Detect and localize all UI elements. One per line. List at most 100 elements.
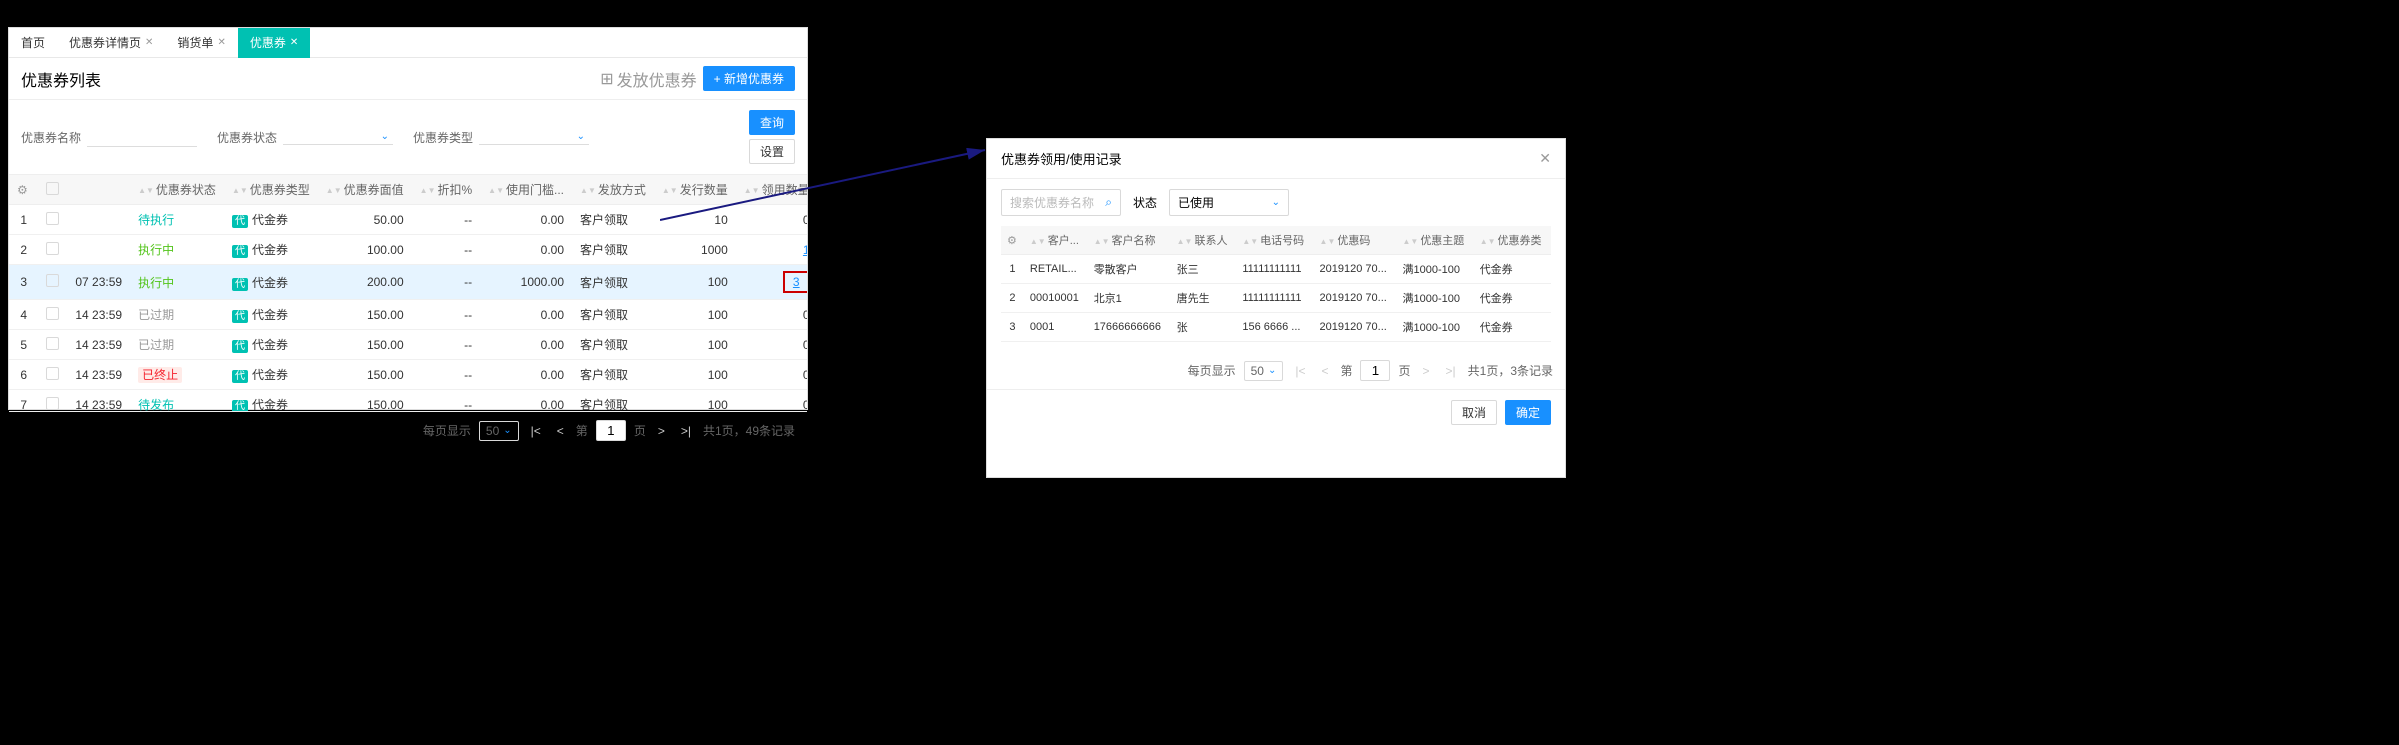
filter-status-label: 优惠券状态 [217, 129, 277, 146]
row-checkbox[interactable] [46, 274, 59, 287]
gear-icon[interactable]: ⚙ [17, 183, 28, 197]
filter-type-select[interactable]: ⌄ [479, 129, 589, 145]
confirm-button[interactable]: 确定 [1505, 400, 1551, 425]
select-all-checkbox[interactable] [46, 182, 59, 195]
table-row[interactable]: 1 待执行 代代金券 50.00 -- 0.00 客户领取 10 0 0 ↗ ⊞ [9, 205, 807, 235]
table-row[interactable]: 5 14 23:59 已过期 代代金券 150.00 -- 0.00 客户领取 … [9, 330, 807, 360]
row-checkbox[interactable] [46, 337, 59, 350]
highlighted-claim-count: 3 [783, 271, 807, 293]
table-row[interactable]: 200010001北京1唐先生111111111112019120 70...满… [1001, 284, 1551, 313]
table-row[interactable]: 2 执行中 代代金券 100.00 -- 0.00 客户领取 1000 1 0 … [9, 235, 807, 265]
table-row[interactable]: 7 14 23:59 待发布 代代金券 150.00 -- 0.00 客户领取 … [9, 390, 807, 412]
close-icon[interactable]: ✕ [145, 28, 153, 58]
search-icon: ⌕ [1105, 195, 1112, 210]
close-icon[interactable]: ✕ [290, 28, 298, 58]
detail-first-page-button[interactable]: |< [1291, 364, 1309, 378]
chevron-down-icon: ⌄ [1268, 365, 1276, 376]
sort-icon[interactable]: ▲▼ [488, 188, 504, 193]
add-coupon-button[interactable]: + 新增优惠券 [703, 66, 795, 91]
type-tag: 代 [232, 278, 248, 291]
detail-per-page-select[interactable]: 50⌄ [1244, 361, 1284, 381]
detail-table: ⚙ ▲▼客户... ▲▼客户名称 ▲▼联系人 ▲▼电话号码 ▲▼优惠码 ▲▼优惠… [1001, 226, 1551, 342]
type-tag: 代 [232, 215, 248, 228]
close-icon[interactable]: ✕ [217, 28, 225, 58]
type-tag: 代 [232, 245, 248, 258]
sort-icon[interactable]: ▲▼ [1177, 239, 1193, 244]
tab-优惠券[interactable]: 优惠券✕ [238, 28, 310, 58]
sort-icon[interactable]: ▲▼ [744, 188, 760, 193]
detail-pagination: 每页显示 50⌄ |< < 第 页 > >| 共1页，3条记录 [987, 352, 1565, 389]
modal-title: 优惠券领用/使用记录 [1001, 149, 1122, 168]
sort-icon[interactable]: ▲▼ [1480, 239, 1496, 244]
sort-icon[interactable]: ▲▼ [138, 188, 154, 193]
sort-icon[interactable]: ▲▼ [580, 188, 596, 193]
page-header: 优惠券列表 ⊞ 发放优惠券 + 新增优惠券 [9, 58, 807, 100]
table-row[interactable]: 3000117666666666张156 6666 ...2019120 70.… [1001, 313, 1551, 342]
sort-icon[interactable]: ▲▼ [326, 188, 342, 193]
row-checkbox[interactable] [46, 397, 59, 410]
detail-modal: 优惠券领用/使用记录 ✕ 搜索优惠券名称 ⌕ 状态 已使用 ⌄ ⚙ ▲▼客户..… [986, 138, 1566, 478]
status-badge: 待执行 [138, 213, 174, 227]
page-summary: 共1页，49条记录 [703, 422, 795, 439]
cancel-button[interactable]: 取消 [1451, 400, 1497, 425]
filter-bar: 优惠券名称 优惠券状态 ⌄ 优惠券类型 ⌄ 查询 设置 [9, 100, 807, 175]
prev-page-button[interactable]: < [553, 424, 568, 438]
tab-销货单[interactable]: 销货单✕ [165, 28, 237, 58]
detail-prev-page-button[interactable]: < [1317, 364, 1332, 378]
sort-icon[interactable]: ▲▼ [1030, 239, 1046, 244]
detail-status-select[interactable]: 已使用 ⌄ [1169, 189, 1289, 216]
table-row[interactable]: 6 14 23:59 已终止 代代金券 150.00 -- 0.00 客户领取 … [9, 360, 807, 390]
sort-icon[interactable]: ▲▼ [1094, 239, 1110, 244]
row-checkbox[interactable] [46, 307, 59, 320]
detail-next-page-button[interactable]: > [1419, 364, 1434, 378]
sort-icon[interactable]: ▲▼ [1402, 239, 1418, 244]
status-badge: 执行中 [138, 243, 174, 257]
first-page-button[interactable]: |< [527, 424, 545, 438]
detail-last-page-button[interactable]: >| [1442, 364, 1460, 378]
sort-icon[interactable]: ▲▼ [662, 188, 678, 193]
per-page-select[interactable]: 50⌄ [479, 421, 519, 441]
close-icon[interactable]: ✕ [1539, 150, 1551, 167]
tab-优惠券详情页[interactable]: 优惠券详情页✕ [57, 28, 165, 58]
page-input[interactable] [596, 420, 626, 441]
sort-icon[interactable]: ▲▼ [420, 188, 436, 193]
sort-icon[interactable]: ▲▼ [1320, 239, 1336, 244]
filter-status-select[interactable]: ⌄ [283, 129, 393, 145]
sort-icon[interactable]: ▲▼ [232, 188, 248, 193]
gear-icon[interactable]: ⚙ [1007, 235, 1017, 247]
status-badge: 执行中 [138, 276, 174, 290]
table-row[interactable]: 4 14 23:59 已过期 代代金券 150.00 -- 0.00 客户领取 … [9, 300, 807, 330]
status-badge: 已过期 [138, 338, 174, 352]
per-page-label: 每页显示 [423, 422, 471, 439]
page-title: 优惠券列表 [21, 67, 101, 91]
distribute-coupon-button[interactable]: ⊞ 发放优惠券 [600, 67, 696, 91]
chevron-down-icon: ⌄ [381, 131, 389, 142]
settings-button[interactable]: 设置 [749, 139, 795, 164]
tab-首页[interactable]: 首页 [9, 28, 57, 58]
tab-bar: 首页优惠券详情页✕销货单✕优惠券✕ [9, 28, 807, 58]
type-tag: 代 [232, 400, 248, 411]
row-checkbox[interactable] [46, 367, 59, 380]
row-checkbox[interactable] [46, 212, 59, 225]
last-page-button[interactable]: >| [677, 424, 695, 438]
chevron-down-icon: ⌄ [577, 131, 585, 142]
detail-search-input[interactable]: 搜索优惠券名称 ⌕ [1001, 189, 1121, 216]
claim-count-link[interactable]: 3 [793, 275, 800, 289]
table-row[interactable]: 1RETAIL...零散客户张三111111111112019120 70...… [1001, 255, 1551, 284]
type-tag: 代 [232, 310, 248, 323]
claim-count-link[interactable]: 1 [803, 243, 807, 257]
filter-type-label: 优惠券类型 [413, 129, 473, 146]
type-tag: 代 [232, 370, 248, 383]
main-window: 首页优惠券详情页✕销货单✕优惠券✕ 优惠券列表 ⊞ 发放优惠券 + 新增优惠券 … [8, 27, 808, 410]
gift-icon: ⊞ [600, 69, 613, 89]
chevron-down-icon: ⌄ [503, 425, 511, 436]
query-button[interactable]: 查询 [749, 110, 795, 135]
filter-name-label: 优惠券名称 [21, 129, 81, 146]
table-row[interactable]: 3 07 23:59 执行中 代代金券 200.00 -- 1000.00 客户… [9, 265, 807, 300]
detail-page-input[interactable] [1360, 360, 1390, 381]
sort-icon[interactable]: ▲▼ [1242, 239, 1258, 244]
next-page-button[interactable]: > [654, 424, 669, 438]
status-badge: 已终止 [138, 367, 182, 383]
filter-name-input[interactable] [87, 128, 197, 147]
row-checkbox[interactable] [46, 242, 59, 255]
